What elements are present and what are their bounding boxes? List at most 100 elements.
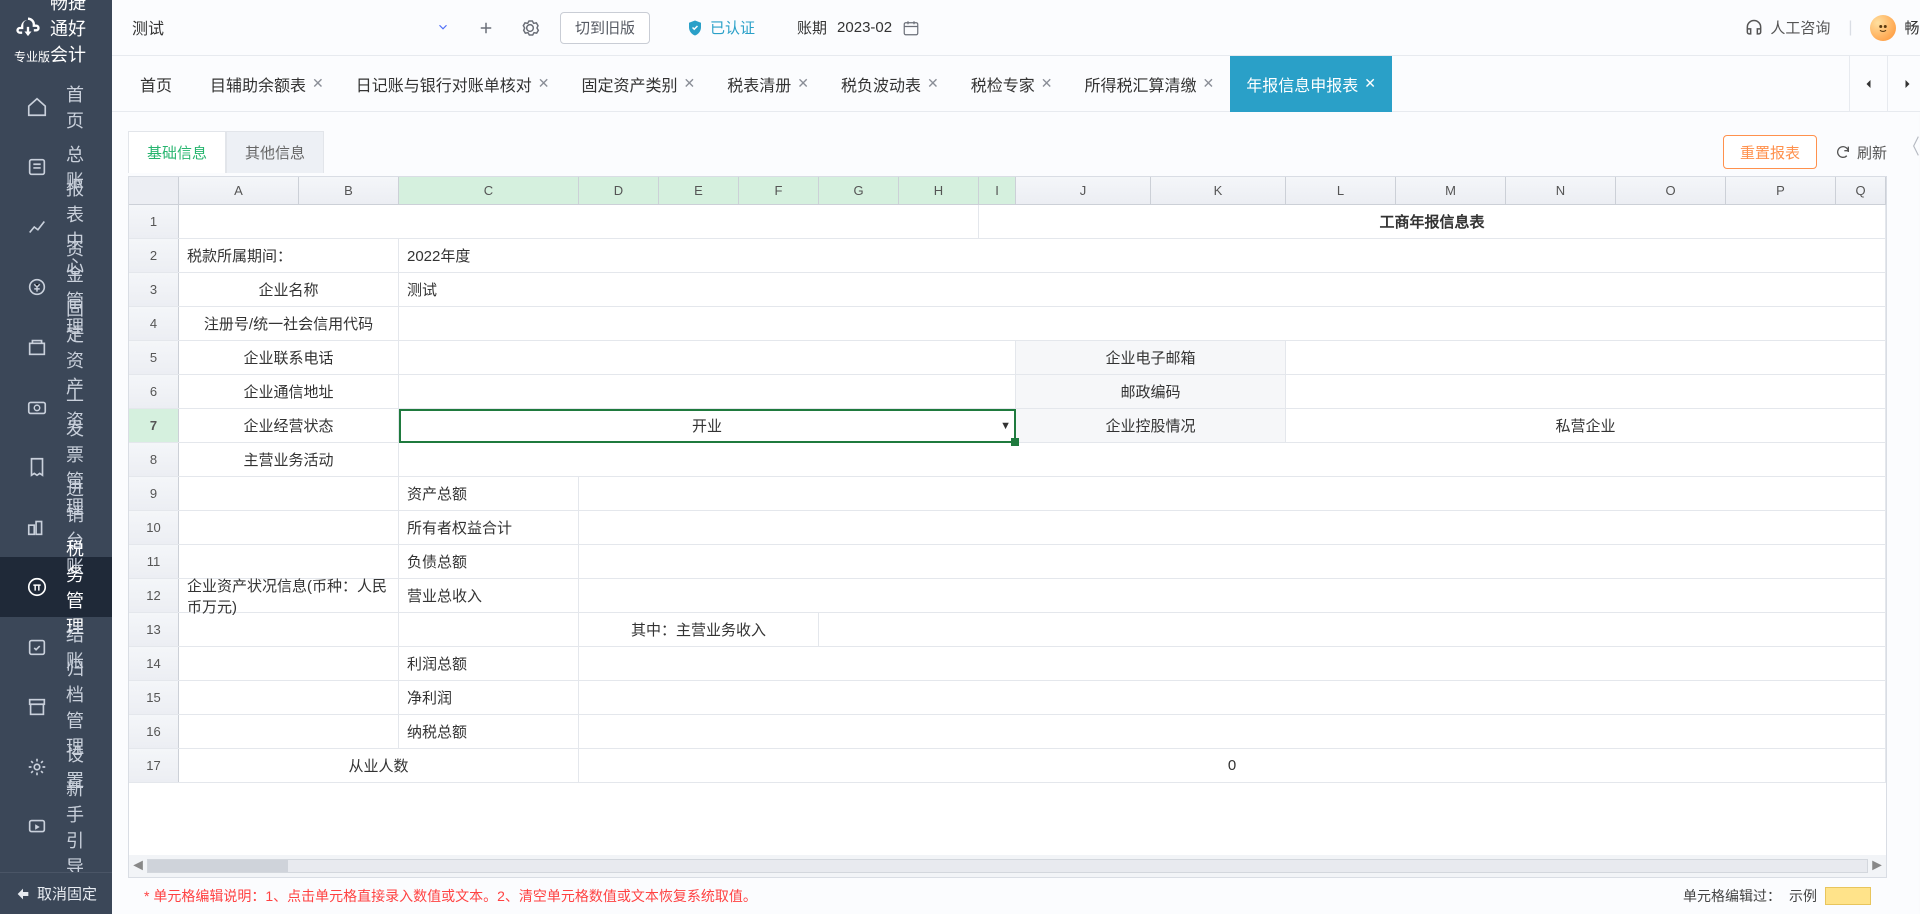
col-header[interactable]: L xyxy=(1286,177,1396,204)
col-header[interactable]: A xyxy=(179,177,299,204)
tabs-prev[interactable] xyxy=(1849,56,1887,112)
col-header[interactable]: I xyxy=(979,177,1016,204)
cell[interactable] xyxy=(399,613,579,646)
cell[interactable]: 企业通信地址 xyxy=(179,375,399,408)
row-header[interactable]: 5 xyxy=(129,341,179,374)
row-header[interactable]: 2 xyxy=(129,239,179,272)
cell[interactable]: 企业控股情况 xyxy=(1016,409,1286,442)
dropdown-icon[interactable]: ▼ xyxy=(1000,420,1011,432)
row-header[interactable]: 10 xyxy=(129,511,179,544)
cell[interactable]: 纳税总额 xyxy=(399,715,579,748)
cell[interactable] xyxy=(179,681,399,714)
sidebar-item-archive[interactable]: 归档管理 xyxy=(0,677,112,737)
row-header[interactable]: 16 xyxy=(129,715,179,748)
close-icon[interactable]: ✕ xyxy=(684,75,696,92)
tab[interactable]: 固定资产类别✕ xyxy=(566,56,712,112)
cell[interactable] xyxy=(179,205,979,238)
cell[interactable] xyxy=(579,511,1886,544)
sidebar-item-home[interactable]: 首页 xyxy=(0,77,112,137)
close-icon[interactable]: ✕ xyxy=(312,75,324,92)
col-header[interactable]: P xyxy=(1726,177,1836,204)
col-header[interactable]: E xyxy=(659,177,739,204)
col-header[interactable]: C xyxy=(399,177,579,204)
col-header[interactable]: O xyxy=(1616,177,1726,204)
cell[interactable] xyxy=(579,647,1886,680)
cell[interactable] xyxy=(579,579,1886,612)
col-header[interactable]: B xyxy=(299,177,399,204)
consult-button[interactable]: 人工咨询 xyxy=(1744,17,1830,38)
cell[interactable] xyxy=(819,613,1886,646)
cell[interactable]: 营业总收入 xyxy=(399,579,579,612)
cell[interactable] xyxy=(179,715,399,748)
tabs-next[interactable] xyxy=(1887,56,1920,112)
row-header[interactable]: 17 xyxy=(129,749,179,782)
row-header[interactable]: 9 xyxy=(129,477,179,510)
reset-button[interactable]: 重置报表 xyxy=(1723,135,1817,169)
close-icon[interactable]: ✕ xyxy=(1041,75,1053,92)
cell[interactable] xyxy=(399,307,1886,340)
settings-icon[interactable] xyxy=(516,14,544,42)
cell[interactable]: 企业电子邮箱 xyxy=(1016,341,1286,374)
sheet-corner[interactable] xyxy=(129,177,179,204)
tab[interactable]: 日记账与银行对账单核对✕ xyxy=(340,56,566,112)
tab[interactable]: 年报信息申报表✕ xyxy=(1230,56,1392,112)
sidebar-item-tax[interactable]: 税务管理 xyxy=(0,557,112,617)
col-header[interactable]: N xyxy=(1506,177,1616,204)
cell[interactable] xyxy=(1286,341,1886,374)
row-header[interactable]: 8 xyxy=(129,443,179,476)
cell[interactable]: 企业资产状况信息(币种：人民币万元) xyxy=(179,579,399,612)
col-header[interactable]: G xyxy=(819,177,899,204)
cell[interactable]: 利润总额 xyxy=(399,647,579,680)
row-header[interactable]: 15 xyxy=(129,681,179,714)
row-header[interactable]: 4 xyxy=(129,307,179,340)
cell[interactable]: 所有者权益合计 xyxy=(399,511,579,544)
add-button[interactable] xyxy=(472,14,500,42)
cell[interactable]: 2022年度 xyxy=(399,239,1886,272)
cell[interactable] xyxy=(179,477,399,510)
collapse-year-strip[interactable] xyxy=(1909,132,1920,160)
cell[interactable]: 主营业务活动 xyxy=(179,443,399,476)
sidebar-item-close-period[interactable]: 结账 xyxy=(0,617,112,677)
tab[interactable]: 所得税汇算清缴✕ xyxy=(1069,56,1231,112)
row-header[interactable]: 6 xyxy=(129,375,179,408)
horizontal-scrollbar[interactable]: ◄ ► xyxy=(129,855,1886,877)
user-menu[interactable]: 畅捷通B组... xyxy=(1870,15,1920,41)
cell[interactable]: 企业联系电话 xyxy=(179,341,399,374)
cell[interactable] xyxy=(399,375,1016,408)
refresh-button[interactable]: 刷新 xyxy=(1835,142,1887,163)
close-icon[interactable]: ✕ xyxy=(797,75,809,92)
row-header[interactable]: 12 xyxy=(129,579,179,612)
spreadsheet[interactable]: ABCDEFGHIJKLMNOPQ 1工商年报信息表2税款所属期间：2022年度… xyxy=(128,176,1887,878)
tab[interactable]: 税检专家✕ xyxy=(955,56,1069,112)
sidebar-item-invoice[interactable]: 发票管理 xyxy=(0,437,112,497)
cell[interactable] xyxy=(179,545,399,578)
sidebar-item-ledger[interactable]: 总账 xyxy=(0,137,112,197)
col-header[interactable]: F xyxy=(739,177,819,204)
cell[interactable] xyxy=(579,477,1886,510)
cell[interactable] xyxy=(1286,375,1886,408)
cell[interactable] xyxy=(179,647,399,680)
sidebar-item-money[interactable]: 资金管理 xyxy=(0,257,112,317)
row-header[interactable]: 13 xyxy=(129,613,179,646)
cell[interactable] xyxy=(399,443,1886,476)
cell[interactable] xyxy=(179,613,399,646)
cell[interactable]: 企业经营状态 xyxy=(179,409,399,442)
col-header[interactable]: Q xyxy=(1836,177,1886,204)
org-selector[interactable]: 测试 xyxy=(126,10,456,46)
sidebar-item-chart[interactable]: 报表中心 xyxy=(0,197,112,257)
subtab[interactable]: 其他信息 xyxy=(226,131,324,173)
cell[interactable]: 净利润 xyxy=(399,681,579,714)
cell[interactable]: 企业名称 xyxy=(179,273,399,306)
row-header[interactable]: 14 xyxy=(129,647,179,680)
cell[interactable]: 负债总额 xyxy=(399,545,579,578)
cell[interactable]: 开业▼ xyxy=(399,409,1016,442)
cell[interactable]: 注册号/统一社会信用代码 xyxy=(179,307,399,340)
old-version-button[interactable]: 切到旧版 xyxy=(560,12,650,44)
tab[interactable]: 税表清册✕ xyxy=(711,56,825,112)
unpin-button[interactable]: 取消固定 xyxy=(0,872,112,914)
cell[interactable]: 资产总额 xyxy=(399,477,579,510)
tab-home[interactable]: 首页 xyxy=(118,56,194,112)
cell[interactable] xyxy=(579,681,1886,714)
close-icon[interactable]: ✕ xyxy=(927,75,939,92)
row-header[interactable]: 3 xyxy=(129,273,179,306)
